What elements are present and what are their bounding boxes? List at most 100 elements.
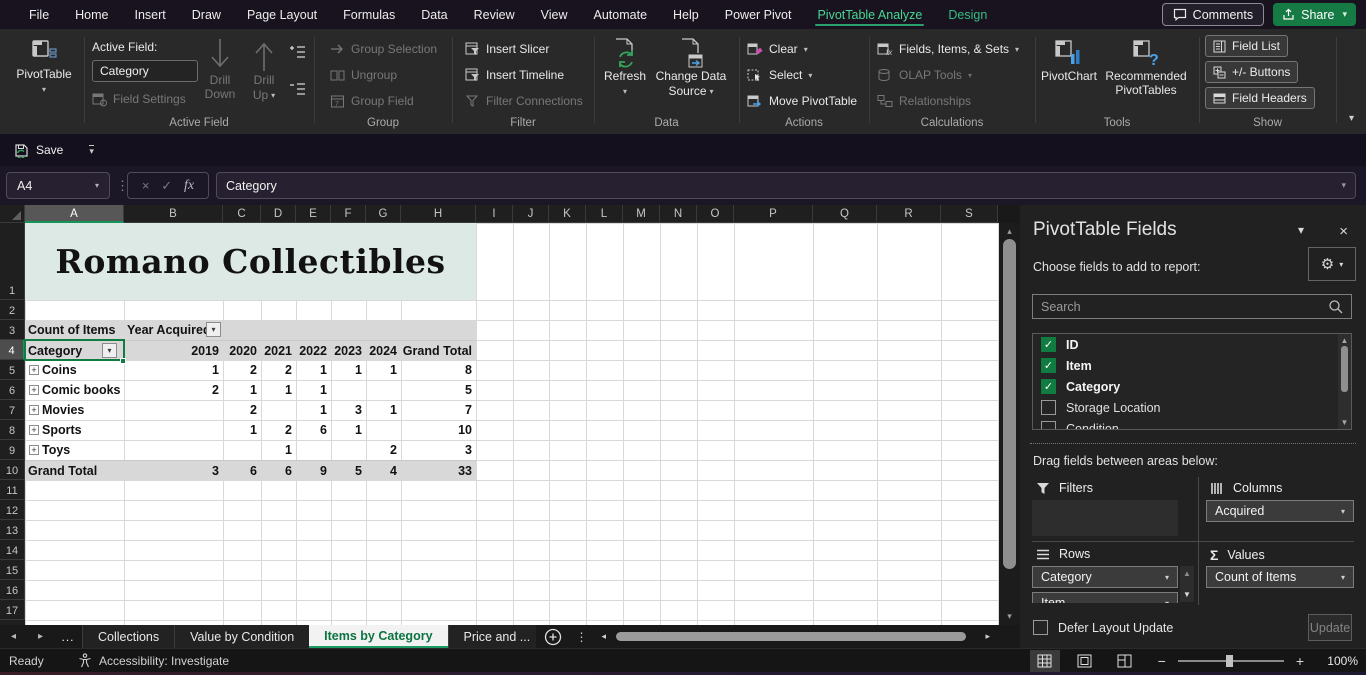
filter-connections-button[interactable]: Filter Connections: [465, 90, 583, 112]
row-header-1[interactable]: 1: [0, 223, 25, 300]
grand-total-total[interactable]: 33: [401, 461, 476, 481]
olap-tools-button[interactable]: OLAP Tools ▾: [877, 64, 972, 86]
row-header-11[interactable]: 11: [0, 480, 25, 500]
collapse-field-button[interactable]: [289, 82, 306, 96]
pane-options-chevron-icon[interactable]: ▾: [1298, 223, 1304, 237]
pivot-value[interactable]: 1: [296, 380, 331, 400]
drill-up-button[interactable]: Drill Up ▾: [244, 37, 284, 103]
pivot-row-label[interactable]: Comic books: [42, 380, 121, 400]
menu-tab-pivottable-analyze[interactable]: PivotTable Analyze: [804, 0, 935, 29]
menu-tab-automate[interactable]: Automate: [581, 0, 661, 29]
pivot-value[interactable]: 2: [261, 420, 296, 440]
column-header-h[interactable]: H: [401, 205, 476, 223]
rows-field-category[interactable]: Category ▾: [1032, 566, 1178, 588]
pivot-value[interactable]: 1: [261, 380, 296, 400]
rows-area-spinner[interactable]: ▲ ▼: [1180, 566, 1194, 602]
row-header-2[interactable]: 2: [0, 300, 25, 320]
row-header-7[interactable]: 7: [0, 400, 25, 420]
field-item-storage-location[interactable]: Storage Location: [1033, 397, 1351, 418]
row-header-9[interactable]: 9: [0, 440, 25, 460]
pivot-row-total[interactable]: 10: [401, 420, 476, 440]
year-header-2022[interactable]: 2022: [296, 341, 331, 361]
row-header-14[interactable]: 14: [0, 540, 25, 560]
year-header-2023[interactable]: 2023: [331, 341, 366, 361]
rows-drop-area[interactable]: Category ▾ Item ▾: [1032, 566, 1178, 603]
grand-total-header[interactable]: Grand Total: [401, 341, 476, 361]
year-header-2019[interactable]: 2019: [124, 341, 223, 361]
menu-tab-design[interactable]: Design: [935, 0, 1000, 29]
field-headers-button[interactable]: Field Headers: [1205, 87, 1315, 109]
cancel-icon[interactable]: ×: [142, 178, 150, 193]
pivot-value[interactable]: 1: [366, 400, 401, 420]
menu-tab-page-layout[interactable]: Page Layout: [234, 0, 330, 29]
field-item-item[interactable]: ✓ Item: [1033, 355, 1351, 376]
column-header-f[interactable]: F: [331, 205, 366, 223]
checkbox-id[interactable]: ✓: [1041, 337, 1056, 352]
menu-tab-insert[interactable]: Insert: [122, 0, 179, 29]
pivot-row-label[interactable]: Movies: [42, 400, 84, 420]
ungroup-button[interactable]: Ungroup: [330, 64, 397, 86]
pivot-value[interactable]: 1: [223, 420, 261, 440]
horizontal-scrollbar-thumb[interactable]: [615, 632, 966, 641]
checkbox-category[interactable]: ✓: [1041, 379, 1056, 394]
horizontal-scrollbar[interactable]: ◂ ▸: [600, 625, 1014, 648]
row-header-10[interactable]: 10: [0, 460, 25, 480]
checkbox-item[interactable]: ✓: [1041, 358, 1056, 373]
column-header-d[interactable]: D: [261, 205, 296, 223]
vertical-scrollbar-thumb[interactable]: [1003, 239, 1016, 569]
column-header-c[interactable]: C: [223, 205, 261, 223]
row-header-15[interactable]: 15: [0, 560, 25, 580]
grand-total-value[interactable]: 4: [366, 461, 401, 481]
tools-button[interactable]: ⚙ ▾: [1308, 247, 1356, 281]
year-header-2021[interactable]: 2021: [261, 341, 296, 361]
grand-total-value[interactable]: 5: [331, 461, 366, 481]
pivotchart-button[interactable]: PivotChart: [1037, 37, 1101, 83]
enter-icon[interactable]: ✓: [161, 178, 172, 194]
update-button[interactable]: Update: [1308, 614, 1352, 641]
expand-item-icon[interactable]: +: [29, 405, 39, 415]
name-box[interactable]: A4 ▾: [6, 172, 110, 199]
field-item-condition[interactable]: Condition: [1033, 418, 1351, 429]
column-header-j[interactable]: J: [513, 205, 549, 223]
pivot-value[interactable]: 1: [261, 440, 296, 460]
field-item-category[interactable]: ✓ Category: [1033, 376, 1351, 397]
field-list-scrollbar[interactable]: ▲ ▼: [1338, 334, 1351, 429]
grand-total-value[interactable]: 6: [261, 461, 296, 481]
close-icon[interactable]: ×: [1339, 223, 1348, 240]
scroll-left-icon[interactable]: ◂: [602, 625, 607, 648]
normal-view-button[interactable]: [1029, 649, 1060, 672]
filters-drop-area[interactable]: [1032, 500, 1178, 536]
column-header-k[interactable]: K: [549, 205, 586, 223]
pivot-row-label[interactable]: Toys: [42, 440, 70, 460]
column-header-e[interactable]: E: [296, 205, 331, 223]
columns-field-acquired[interactable]: Acquired ▾: [1206, 500, 1354, 522]
accessibility-status[interactable]: Accessibility: Investigate: [52, 653, 229, 668]
expand-formula-bar-icon[interactable]: ▾: [1341, 180, 1346, 191]
grand-total-label[interactable]: Grand Total: [28, 461, 97, 481]
zoom-level[interactable]: 100%: [1312, 654, 1358, 668]
scroll-down-icon[interactable]: ▾: [999, 611, 1020, 622]
year-acquired-filter-button[interactable]: ▾: [206, 322, 221, 337]
row-header-6[interactable]: 6: [0, 380, 25, 400]
expand-item-icon[interactable]: +: [29, 445, 39, 455]
relationships-button[interactable]: Relationships: [877, 90, 971, 112]
sheet-tab-value-by-condition[interactable]: Value by Condition: [174, 625, 310, 648]
pivot-value[interactable]: 2: [124, 380, 223, 400]
customize-qat-icon[interactable]: ▾: [89, 144, 94, 156]
zoom-slider[interactable]: [1177, 654, 1284, 667]
pivot-value[interactable]: 2: [223, 400, 261, 420]
pivot-row-total[interactable]: 5: [401, 380, 476, 400]
pivot-row-total[interactable]: 3: [401, 440, 476, 460]
active-field-input[interactable]: Category: [92, 60, 198, 82]
row-header-13[interactable]: 13: [0, 520, 25, 540]
column-header-p[interactable]: P: [734, 205, 813, 223]
menu-tab-data[interactable]: Data: [408, 0, 460, 29]
sheet-tab-collections[interactable]: Collections: [82, 625, 175, 648]
column-header-s[interactable]: S: [941, 205, 998, 223]
expand-item-icon[interactable]: +: [29, 425, 39, 435]
sheet-overflow-button[interactable]: ...: [54, 625, 82, 648]
column-header-r[interactable]: R: [877, 205, 941, 223]
column-header-q[interactable]: Q: [813, 205, 877, 223]
worksheet-title-cell[interactable]: Romano Collectibles: [25, 223, 476, 300]
sheet-options-icon[interactable]: ⋮: [570, 625, 594, 648]
